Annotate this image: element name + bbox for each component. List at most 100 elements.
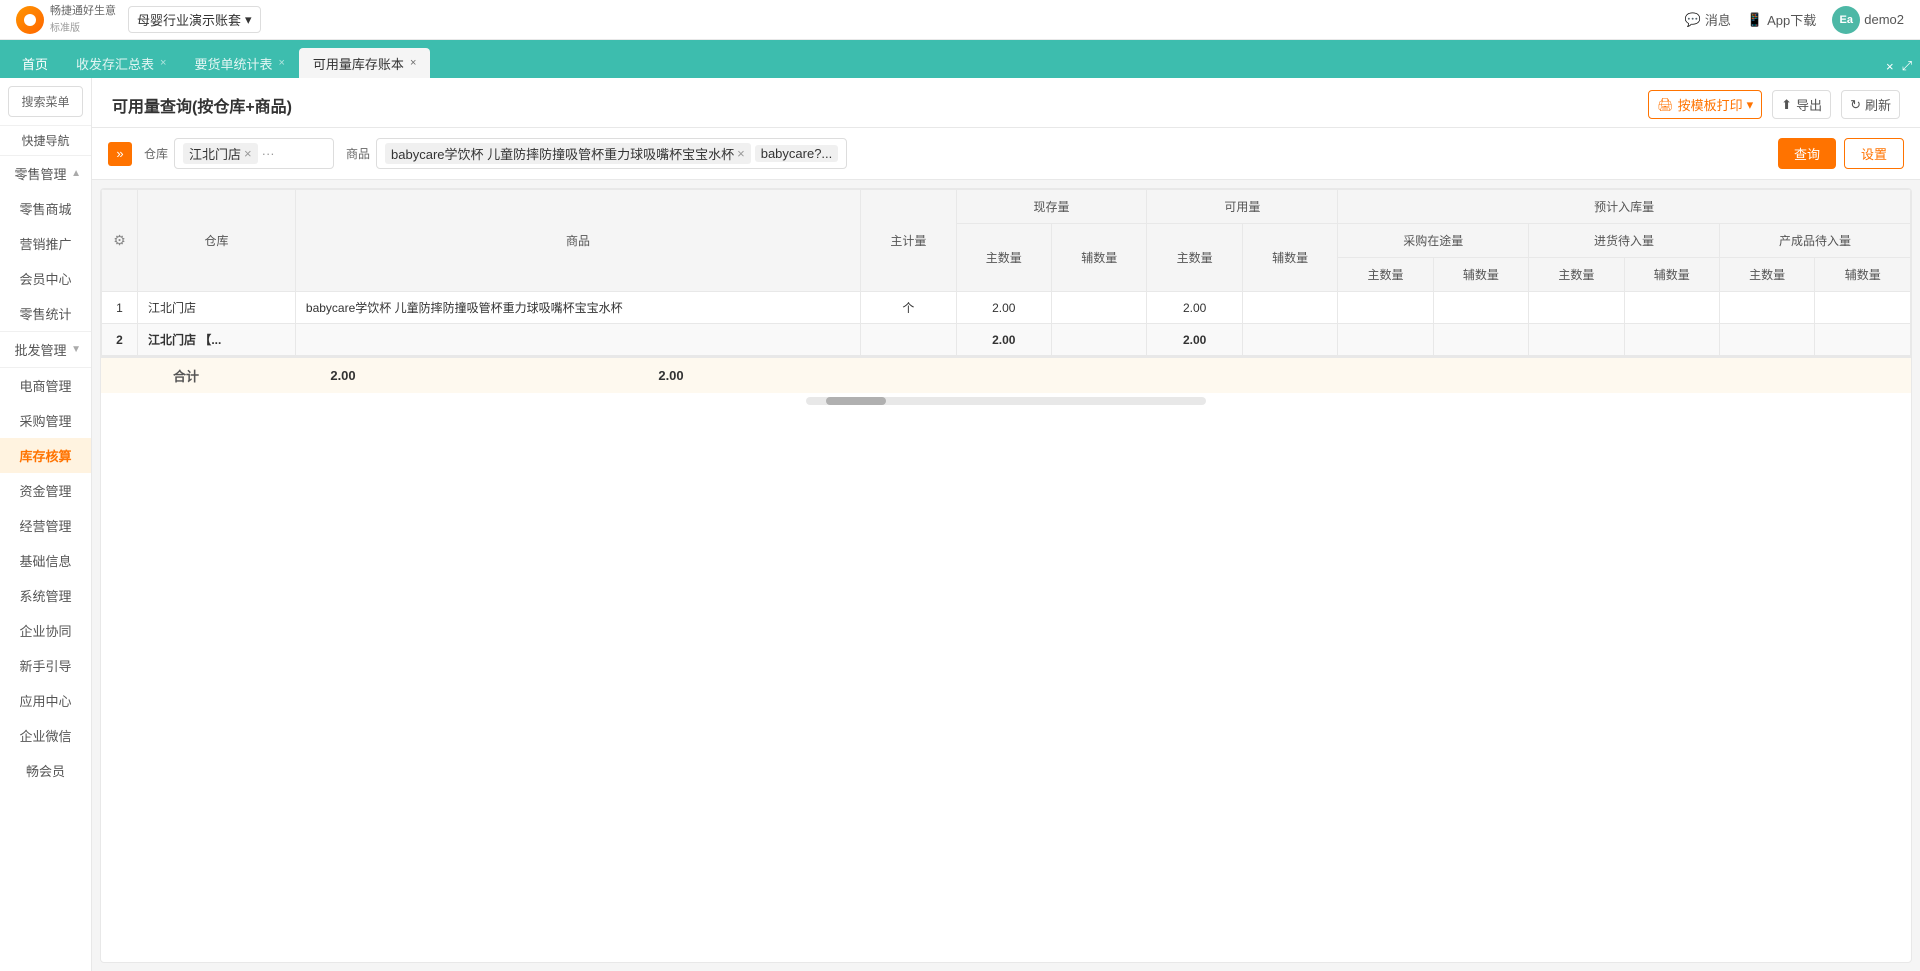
tab-order-stats-close[interactable]: × (278, 57, 284, 69)
sidebar-item-ecommerce[interactable]: 电商管理 (0, 368, 91, 403)
warehouse-tag-close[interactable]: × (244, 146, 252, 161)
app-download-button[interactable]: 📱 App下载 (1747, 10, 1816, 29)
col-goods-sub-header: 辅数量 (1624, 258, 1719, 292)
cell-no-2: 2 (102, 324, 138, 356)
sidebar-item-basic[interactable]: 基础信息 (0, 543, 91, 578)
cell-no-1: 1 (102, 292, 138, 324)
refresh-button[interactable]: ↻ 刷新 (1841, 90, 1900, 119)
table-row: 2 江北门店 【... 2.00 2.00 (102, 324, 1911, 356)
tab-home[interactable]: 首页 (8, 48, 62, 78)
filter-toggle-button[interactable]: » (108, 142, 132, 166)
product-input[interactable]: babycare学饮杯 儿童防摔防撞吸管杯重力球吸嘴杯宝宝水杯 × babyca… (376, 138, 847, 169)
sidebar-item-newbie[interactable]: 新手引导 (0, 648, 91, 683)
col-current-sub-header: 辅数量 (1052, 224, 1147, 292)
col-product-header: 商品 (295, 190, 860, 292)
cell-unit-1: 个 (861, 292, 956, 324)
tab-expand-icon[interactable]: ⤢ (1902, 58, 1912, 74)
message-icon: 💬 (1685, 12, 1701, 28)
sidebar-item-retail[interactable]: 零售管理 ▲ (0, 156, 91, 191)
col-products-sub-header: 辅数量 (1815, 258, 1911, 292)
export-button[interactable]: ⬆ 导出 (1772, 90, 1831, 119)
industry-select[interactable]: 母婴行业演示账套 ▾ (128, 6, 261, 33)
cell-avail-sub-2 (1242, 324, 1337, 356)
col-available-header: 可用量 (1147, 190, 1338, 224)
table-container: ⚙ 仓库 商品 主计量 现存量 可用量 预计入库量 主数量 辅数量 主数量 辅数… (100, 188, 1912, 963)
col-expected-in-header: 预计入库量 (1338, 190, 1911, 224)
user-menu[interactable]: Ea demo2 (1832, 6, 1904, 34)
search-menu-button[interactable]: 搜索菜单 (8, 86, 83, 117)
column-settings-icon[interactable]: ⚙ (113, 232, 126, 248)
table-footer: 合计 2.00 2.00 (101, 356, 1911, 393)
cell-goods-sub-1 (1624, 292, 1719, 324)
tab-available-stock-close[interactable]: × (410, 57, 416, 69)
sidebar: 搜索菜单 快捷导航 零售管理 ▲ 零售商城 营销推广 会员中心 零售统计 批发管… (0, 78, 92, 971)
sidebar-item-marketing[interactable]: 营销推广 (0, 226, 91, 261)
sidebar-item-retail-shop[interactable]: 零售商城 (0, 191, 91, 226)
print-button[interactable]: 🖨 按模板打印 ▾ (1648, 90, 1762, 119)
col-purchase-main-header: 主数量 (1338, 258, 1433, 292)
settings-button[interactable]: 设置 (1844, 138, 1904, 169)
data-table: ⚙ 仓库 商品 主计量 现存量 可用量 预计入库量 主数量 辅数量 主数量 辅数… (101, 189, 1911, 356)
cell-current-main-2: 2.00 (956, 324, 1051, 356)
page-title: 可用量查询(按仓库+商品) (112, 93, 292, 117)
logo-area: 畅捷通好生意 标准版 (16, 5, 116, 33)
quick-nav-button[interactable]: 快捷导航 (0, 126, 91, 156)
sidebar-item-finance[interactable]: 资金管理 (0, 473, 91, 508)
sidebar-item-wholesale[interactable]: 批发管理 ▼ (0, 332, 91, 367)
chevron-down-icon: ▾ (1747, 97, 1754, 113)
sidebar-item-member[interactable]: 会员中心 (0, 261, 91, 296)
cell-product-2 (295, 324, 860, 356)
sidebar-section-retail: 零售管理 ▲ 零售商城 营销推广 会员中心 零售统计 (0, 156, 91, 332)
col-unit-header: 主计量 (861, 190, 956, 292)
cell-goods-main-2 (1529, 324, 1624, 356)
col-current-main-header: 主数量 (956, 224, 1051, 292)
printer-icon: 🖨 (1657, 97, 1674, 113)
footer-avail-main: 2.00 (589, 368, 753, 383)
tab-collection-label: 收发存汇总表 (76, 54, 154, 73)
col-products-pending-header: 产成品待入量 (1719, 224, 1910, 258)
col-current-stock-header: 现存量 (956, 190, 1147, 224)
tab-home-label: 首页 (22, 54, 48, 73)
cell-prod-sub-1 (1815, 292, 1911, 324)
sidebar-item-system[interactable]: 系统管理 (0, 578, 91, 613)
product-label: 商品 (346, 145, 370, 162)
warehouse-input[interactable]: 江北门店 × ··· (174, 138, 334, 169)
warehouse-tag: 江北门店 × (183, 143, 258, 164)
sidebar-search-section: 搜索菜单 (0, 78, 91, 126)
avatar: Ea (1832, 6, 1860, 34)
tab-collection[interactable]: 收发存汇总表 × (62, 48, 180, 78)
scroll-track[interactable] (806, 397, 1206, 405)
more-icon: ··· (262, 146, 275, 161)
page-header-actions: 🖨 按模板打印 ▾ ⬆ 导出 ↻ 刷新 (1648, 90, 1900, 119)
col-avail-main-header: 主数量 (1147, 224, 1242, 292)
sidebar-item-appstore[interactable]: 应用中心 (0, 683, 91, 718)
sidebar-item-enterprise[interactable]: 企业协同 (0, 613, 91, 648)
table-row: 1 江北门店 babycare学饮杯 儿童防摔防撞吸管杯重力球吸嘴杯宝宝水杯 个… (102, 292, 1911, 324)
chevron-down-icon: ▾ (245, 12, 252, 28)
product-tag-1: babycare学饮杯 儿童防摔防撞吸管杯重力球吸嘴杯宝宝水杯 × (385, 143, 751, 164)
cell-warehouse-1: 江北门店 (138, 292, 296, 324)
sidebar-item-retail-stats[interactable]: 零售统计 (0, 296, 91, 331)
tab-collection-close[interactable]: × (160, 57, 166, 69)
message-button[interactable]: 💬 消息 (1685, 10, 1731, 29)
sidebar-item-inventory[interactable]: 库存核算 (0, 438, 91, 473)
tab-available-stock[interactable]: 可用量库存账本 × (299, 48, 430, 78)
export-icon: ⬆ (1781, 97, 1792, 113)
cell-pur-main-1 (1338, 292, 1433, 324)
product-tag-1-close[interactable]: × (737, 146, 745, 161)
query-button[interactable]: 查询 (1778, 138, 1836, 169)
tab-order-stats[interactable]: 要货单统计表 × (180, 48, 298, 78)
logo-icon (16, 6, 44, 34)
cell-warehouse-2: 江北门店 【... (138, 324, 296, 356)
cell-current-sub-2 (1052, 324, 1147, 356)
scroll-thumb[interactable] (826, 397, 886, 405)
filter-actions: 查询 设置 (1778, 138, 1904, 169)
cell-pur-sub-1 (1433, 292, 1528, 324)
tab-close-all-icon[interactable]: × (1886, 59, 1894, 74)
sidebar-item-wechat[interactable]: 企业微信 (0, 718, 91, 753)
sidebar-item-purchase[interactable]: 采购管理 (0, 403, 91, 438)
cell-prod-sub-2 (1815, 324, 1911, 356)
sidebar-item-members[interactable]: 畅会员 (0, 753, 91, 788)
refresh-icon: ↻ (1850, 97, 1861, 113)
sidebar-item-operations[interactable]: 经营管理 (0, 508, 91, 543)
